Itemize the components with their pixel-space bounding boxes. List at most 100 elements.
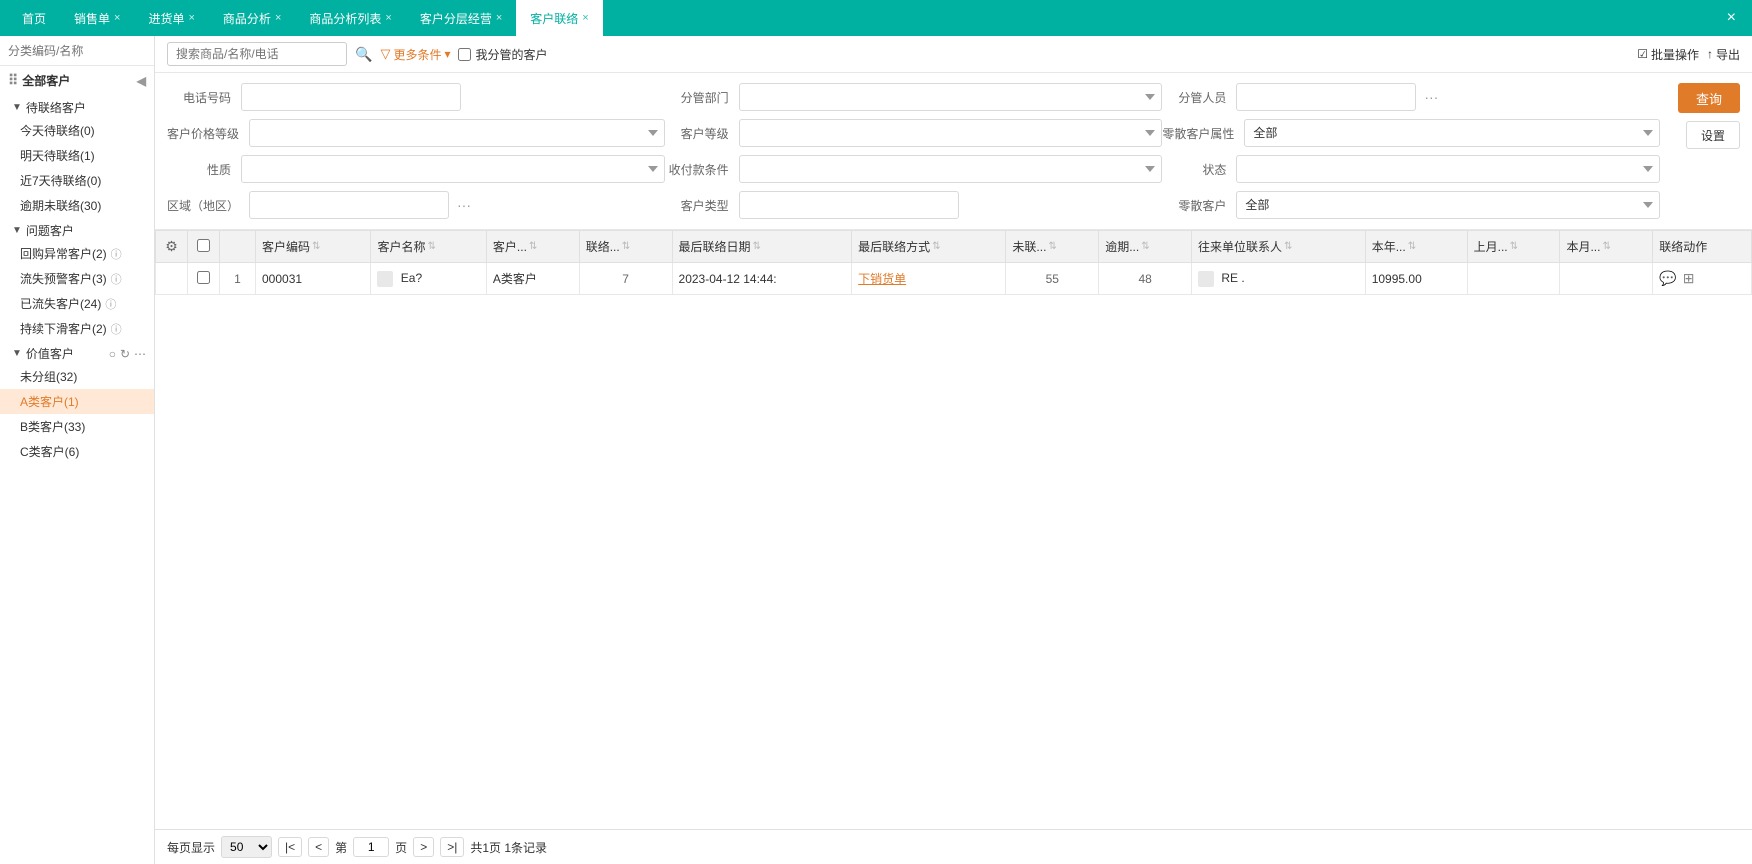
export-button[interactable]: ↑ 导出	[1707, 46, 1740, 63]
filter-select-dept[interactable]	[739, 83, 1163, 111]
nav-analysis-list[interactable]: 商品分析列表 ×	[295, 0, 405, 36]
sidebar-item-loss-warning[interactable]: 流失预警客户(3) ⓘ	[0, 266, 154, 291]
refresh-icon[interactable]: ↻	[120, 347, 130, 361]
query-button[interactable]: 查询	[1678, 83, 1740, 113]
sidebar-item-7days[interactable]: 近7天待联络(0)	[0, 168, 154, 193]
nav-customer-segment-close[interactable]: ×	[496, 12, 502, 24]
filter-price-level-wrapper	[249, 119, 665, 147]
page-label: 第	[335, 839, 347, 856]
first-page-btn[interactable]: |<	[278, 837, 302, 857]
td-unit-contact: RE .	[1192, 263, 1366, 295]
sidebar-item-overdue[interactable]: 逾期未联络(30)	[0, 193, 154, 218]
sidebar-item-lost[interactable]: 已流失客户(24) ⓘ	[0, 291, 154, 316]
sidebar-collapse-icon[interactable]: ◀	[137, 74, 146, 88]
filter-select-customer-level[interactable]	[739, 119, 1163, 147]
info-icon-2[interactable]: ⓘ	[111, 271, 122, 287]
my-customers-checkbox[interactable]	[458, 48, 471, 61]
select-all-checkbox[interactable]	[197, 239, 210, 252]
nav-analysis-close[interactable]: ×	[275, 12, 281, 24]
sort-icon-thismonth[interactable]: ⇅	[1602, 241, 1610, 252]
settings-button[interactable]: 设置	[1686, 121, 1740, 149]
sort-icon-lastmethod[interactable]: ⇅	[932, 241, 940, 252]
filter-select-price-level[interactable]	[249, 119, 665, 147]
sort-icon-unitcontact[interactable]: ⇅	[1284, 241, 1292, 252]
sidebar-item-a-class[interactable]: A类客户(1)	[0, 389, 154, 414]
nav-sales[interactable]: 销售单 ×	[60, 0, 134, 36]
last-page-btn[interactable]: >|	[440, 837, 464, 857]
current-page-input[interactable]	[353, 837, 389, 857]
sidebar-item-decline[interactable]: 持续下滑客户(2) ⓘ	[0, 316, 154, 341]
tri-icon-3: ▼	[12, 348, 22, 359]
prev-page-btn[interactable]: <	[308, 837, 329, 857]
filter-input-manager[interactable]	[1236, 83, 1416, 111]
filter-search-input[interactable]	[167, 42, 347, 66]
add-icon[interactable]: ○	[109, 347, 116, 361]
sort-icon-thisyear[interactable]: ⇅	[1408, 241, 1416, 252]
filter-dots-manager[interactable]: ···	[1420, 89, 1442, 105]
filter-select-retail[interactable]: 全部	[1236, 191, 1660, 219]
grid-icon[interactable]: ⊞	[1683, 270, 1695, 287]
sort-icon-contact[interactable]: ⇅	[622, 241, 630, 252]
filter-input-customer-type[interactable]	[739, 191, 959, 219]
filter-select-retail-attr[interactable]: 全部	[1244, 119, 1660, 147]
export-icon: ↑	[1707, 47, 1713, 61]
info-icon-4[interactable]: ⓘ	[111, 321, 122, 337]
row-checkbox[interactable]	[197, 271, 210, 284]
chat-icon[interactable]: 💬	[1659, 270, 1676, 287]
sort-icon-lastmonth[interactable]: ⇅	[1510, 241, 1518, 252]
next-page-btn[interactable]: >	[413, 837, 434, 857]
td-code: 000031	[256, 263, 371, 295]
nav-purchase[interactable]: 进货单 ×	[134, 0, 208, 36]
nav-customer-contact-close[interactable]: ×	[582, 12, 588, 24]
nav-sales-close[interactable]: ×	[114, 12, 120, 24]
nav-close-all[interactable]: ×	[1719, 9, 1744, 27]
td-customer-type: A类客户	[486, 263, 579, 295]
nav-home[interactable]: 首页	[8, 0, 60, 36]
filter-search-icon[interactable]: 🔍	[355, 46, 372, 63]
table-row: 1 000031 Ea? A类客户 7	[156, 263, 1752, 295]
total-pages-label: 页	[395, 839, 407, 856]
nav-purchase-close[interactable]: ×	[188, 12, 194, 24]
gear-icon[interactable]: ⚙	[165, 238, 178, 254]
last-contact-link[interactable]: 下销货单	[858, 272, 906, 286]
sidebar-item-repurchase[interactable]: 回购异常客户(2) ⓘ	[0, 241, 154, 266]
sidebar-item-tomorrow[interactable]: 明天待联络(1)	[0, 143, 154, 168]
sidebar-item-c-class[interactable]: C类客户(6)	[0, 439, 154, 464]
filter-dots-region[interactable]: ···	[453, 197, 475, 213]
filter-select-status[interactable]	[1236, 155, 1660, 183]
sort-icon-notcontacted[interactable]: ⇅	[1048, 241, 1056, 252]
filter-label-status: 状态	[1162, 161, 1232, 178]
nav-customer-contact[interactable]: 客户联络 ×	[516, 0, 602, 36]
sidebar-item-today[interactable]: 今天待联络(0)	[0, 118, 154, 143]
per-page-select[interactable]: 50 100 200	[221, 836, 272, 858]
my-customers-checkbox-label[interactable]: 我分管的客户	[458, 46, 547, 63]
td-last-month	[1467, 263, 1560, 295]
sidebar-group-problem[interactable]: ▼ 问题客户	[0, 218, 154, 241]
filter-input-phone[interactable]	[241, 83, 461, 111]
sidebar-search-input[interactable]	[8, 44, 155, 58]
sidebar-group-value[interactable]: ▼ 价值客户 ○ ↻ ⋯	[0, 341, 154, 364]
filter-select-nature[interactable]	[241, 155, 665, 183]
nav-analysis-list-close[interactable]: ×	[385, 12, 391, 24]
sidebar-all-customers[interactable]: ⠿ 全部客户 ◀	[0, 66, 154, 95]
filter-input-region[interactable]	[249, 191, 449, 219]
sidebar-item-unclassified[interactable]: 未分组(32)	[0, 364, 154, 389]
filter-select-payment[interactable]	[739, 155, 1163, 183]
filter-more-btn[interactable]: ▽ 更多条件 ▾	[380, 46, 450, 63]
sort-icon-overdue[interactable]: ⇅	[1141, 241, 1149, 252]
more-icon[interactable]: ⋯	[134, 347, 146, 361]
info-icon-3[interactable]: ⓘ	[105, 296, 116, 312]
sort-icon-name[interactable]: ⇅	[427, 241, 435, 252]
info-icon-1[interactable]: ⓘ	[111, 246, 122, 262]
sidebar-group-pending[interactable]: ▼ 待联络客户	[0, 95, 154, 118]
nav-analysis[interactable]: 商品分析 ×	[209, 0, 295, 36]
sort-icon-ctype[interactable]: ⇅	[529, 241, 537, 252]
nav-customer-segment[interactable]: 客户分层经营 ×	[406, 0, 516, 36]
batch-op-button[interactable]: ☑ 批量操作	[1637, 46, 1699, 63]
main-content: 🔍 ▽ 更多条件 ▾ 我分管的客户 ☑ 批量操作 ↑ 导出	[155, 36, 1752, 864]
sidebar-search-area: 🔍	[0, 36, 154, 66]
td-overdue: 48	[1099, 263, 1192, 295]
sort-icon-lastdate[interactable]: ⇅	[753, 241, 761, 252]
sidebar-item-b-class[interactable]: B类客户(33)	[0, 414, 154, 439]
sort-icon-code[interactable]: ⇅	[312, 241, 320, 252]
